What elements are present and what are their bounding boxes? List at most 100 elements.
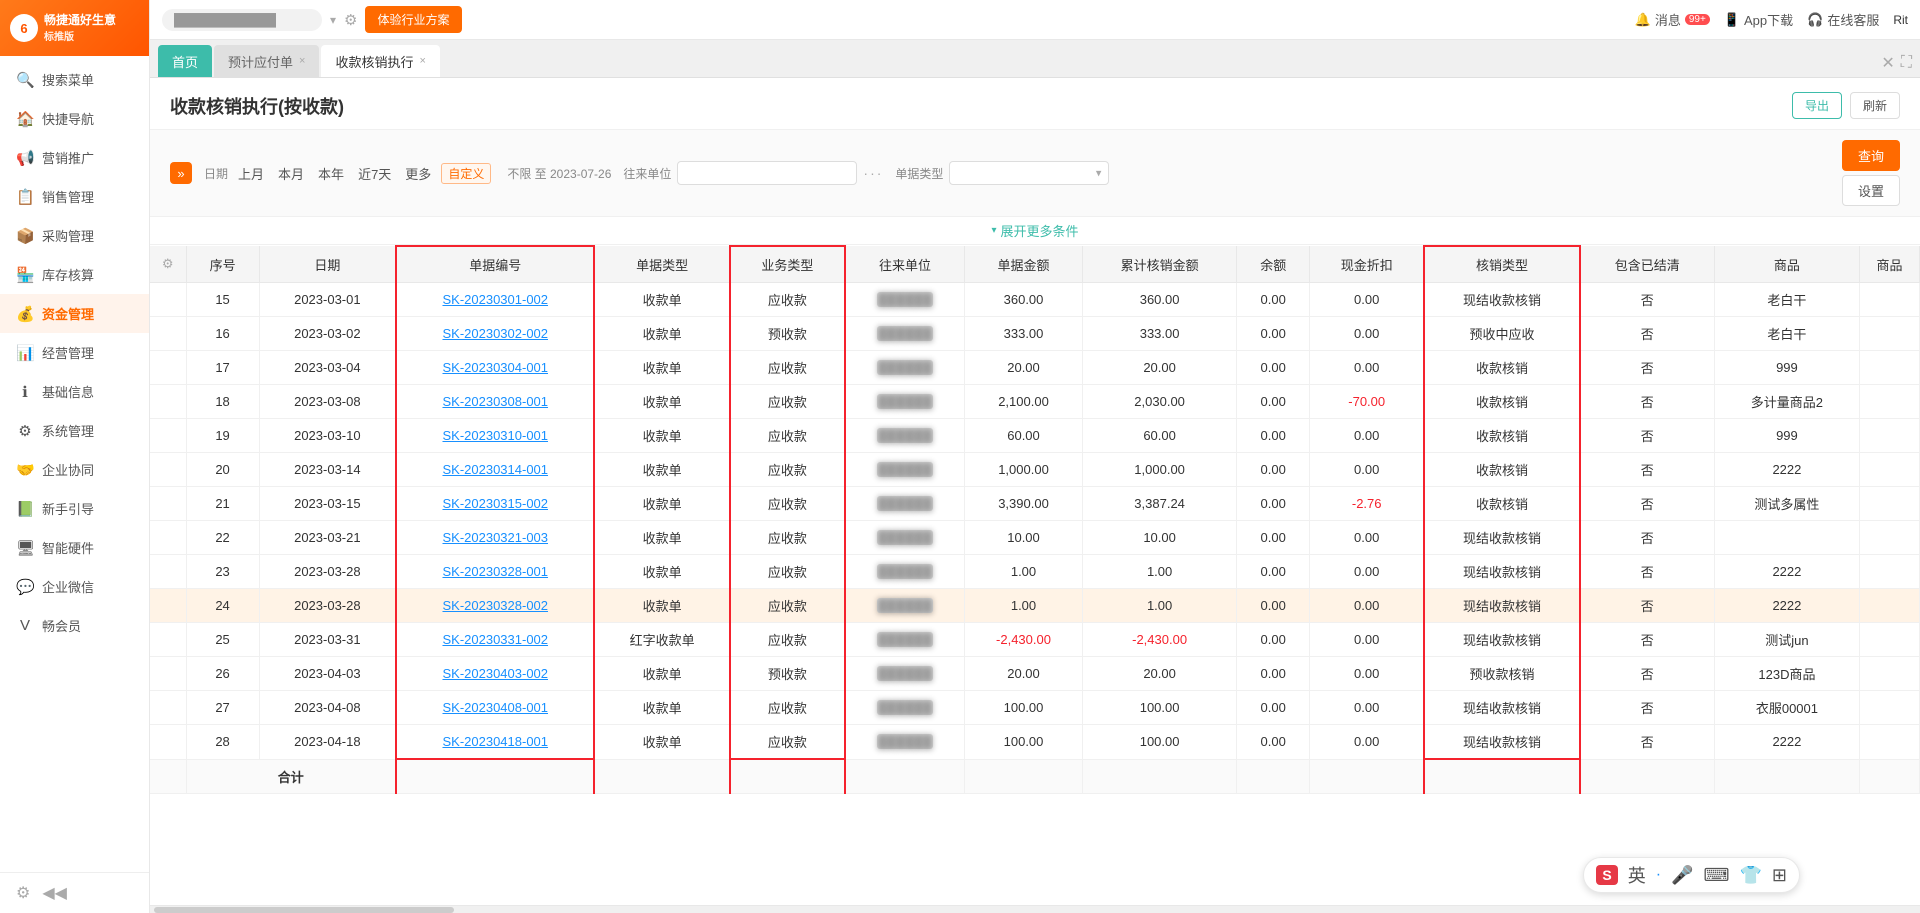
cell-product: 2222 bbox=[1714, 555, 1859, 589]
topbar-gear-icon[interactable]: ⚙ bbox=[344, 11, 357, 29]
float-grid-icon[interactable]: ⊞ bbox=[1772, 865, 1787, 886]
float-shirt-icon[interactable]: 👕 bbox=[1739, 865, 1761, 886]
doc-no-link[interactable]: SK-20230408-001 bbox=[442, 700, 548, 715]
sidebar-icon: ℹ bbox=[16, 383, 34, 401]
filter-date-custom[interactable]: 自定义 bbox=[441, 163, 491, 184]
sidebar-item-库存核算[interactable]: 🏪库存核算 bbox=[0, 255, 149, 294]
tab-collection-close[interactable]: × bbox=[419, 55, 425, 67]
tab-prepaid[interactable]: 预计应付单 × bbox=[214, 45, 319, 77]
sidebar-label: 新手引导 bbox=[42, 499, 94, 518]
float-keyboard-icon[interactable]: ⌨ bbox=[1704, 865, 1730, 886]
sidebar-item-资金管理[interactable]: 💰资金管理 bbox=[0, 294, 149, 333]
filter-date-cur-month[interactable]: 本月 bbox=[274, 162, 308, 185]
cell-no: 22 bbox=[186, 521, 259, 555]
query-button[interactable]: 查询 bbox=[1842, 140, 1900, 171]
col-settings-icon[interactable]: ⚙ bbox=[162, 256, 174, 271]
cell-partner: ██████ bbox=[845, 351, 964, 385]
messages-item[interactable]: 🔔 消息 99+ bbox=[1635, 10, 1710, 29]
cell-balance: 0.00 bbox=[1237, 555, 1310, 589]
sidebar-item-企业微信[interactable]: 💬企业微信 bbox=[0, 567, 149, 606]
sidebar-item-营销推广[interactable]: 📢营销推广 bbox=[0, 138, 149, 177]
doc-no-link[interactable]: SK-20230314-001 bbox=[442, 462, 548, 477]
sidebar-icon: 📗 bbox=[16, 500, 34, 518]
tab-prepaid-close[interactable]: × bbox=[299, 55, 305, 67]
col-docno: 单据编号 bbox=[396, 246, 594, 283]
table-row: 24 2023-03-28 SK-20230328-002 收款单 应收款 ██… bbox=[150, 589, 1920, 623]
tabs-close-all-icon[interactable]: ✕ bbox=[1881, 53, 1894, 73]
doc-no-link[interactable]: SK-20230403-002 bbox=[442, 666, 548, 681]
refresh-button[interactable]: 刷新 bbox=[1850, 92, 1900, 119]
settings-button[interactable]: 设置 bbox=[1842, 175, 1900, 206]
sidebar-icon: ⚙ bbox=[16, 422, 34, 440]
cell-partner: ██████ bbox=[845, 725, 964, 760]
cell-date: 2023-03-08 bbox=[259, 385, 396, 419]
tab-collection[interactable]: 收款核销执行 × bbox=[321, 45, 439, 77]
col-date: 日期 bbox=[259, 246, 396, 283]
sidebar-item-搜索菜单[interactable]: 🔍搜索菜单 bbox=[0, 60, 149, 99]
doc-no-link[interactable]: SK-20230315-002 bbox=[442, 496, 548, 511]
doc-no-link[interactable]: SK-20230301-002 bbox=[442, 292, 548, 307]
sidebar-item-采购管理[interactable]: 📦采购管理 bbox=[0, 216, 149, 255]
horizontal-scrollbar[interactable] bbox=[150, 905, 1920, 913]
cell-acc-amount: -2,430.00 bbox=[1083, 623, 1237, 657]
cell-no: 20 bbox=[186, 453, 259, 487]
filter-toggle-button[interactable]: » bbox=[170, 162, 192, 184]
solution-button[interactable]: 体验行业方案 bbox=[365, 6, 461, 33]
doc-no-link[interactable]: SK-20230328-001 bbox=[442, 564, 548, 579]
col-settings[interactable]: ⚙ bbox=[150, 246, 186, 283]
filter-date-7days[interactable]: 近7天 bbox=[354, 162, 395, 185]
sidebar-label: 畅会员 bbox=[42, 616, 81, 635]
doc-no-link[interactable]: SK-20230302-002 bbox=[442, 326, 548, 341]
sidebar-item-系统管理[interactable]: ⚙系统管理 bbox=[0, 411, 149, 450]
filter-date-group: 日期 上月 本月 本年 近7天 更多 自定义 bbox=[204, 162, 491, 185]
app-download-item[interactable]: 📱 App下载 bbox=[1724, 10, 1793, 29]
cell-date: 2023-03-14 bbox=[259, 453, 396, 487]
cell-doctype: 收款单 bbox=[594, 487, 729, 521]
scrollbar-thumb[interactable] bbox=[154, 907, 454, 913]
doc-no-link[interactable]: SK-20230418-001 bbox=[442, 734, 548, 749]
cell-settings bbox=[150, 385, 186, 419]
filter-date-prev-month[interactable]: 上月 bbox=[234, 162, 268, 185]
filter-date-cur-year[interactable]: 本年 bbox=[314, 162, 348, 185]
cell-include-settled: 否 bbox=[1580, 725, 1715, 760]
sidebar-item-基础信息[interactable]: ℹ基础信息 bbox=[0, 372, 149, 411]
tab-home[interactable]: 首页 bbox=[158, 45, 212, 77]
expand-more-bar[interactable]: ▾ 展开更多条件 bbox=[150, 217, 1920, 245]
sidebar-icon: 🤝 bbox=[16, 461, 34, 479]
tabs-expand-icon[interactable]: ⛶ bbox=[1901, 54, 1912, 72]
export-button[interactable]: 导出 bbox=[1792, 92, 1842, 119]
sidebar-item-快捷导航[interactable]: 🏠快捷导航 bbox=[0, 99, 149, 138]
float-mic-icon[interactable]: 🎤 bbox=[1671, 865, 1693, 886]
settings-icon[interactable]: ⚙ bbox=[16, 883, 30, 903]
filter-partner-input[interactable] bbox=[677, 161, 857, 185]
sidebar-item-智能硬件[interactable]: 🖥智能硬件 bbox=[0, 528, 149, 567]
doc-no-link[interactable]: SK-20230328-002 bbox=[442, 598, 548, 613]
sidebar-item-新手引导[interactable]: 📗 新手引导 bbox=[0, 489, 149, 528]
sidebar-item-销售管理[interactable]: 📋销售管理 bbox=[0, 177, 149, 216]
sidebar-item-畅会员[interactable]: V畅会员 bbox=[0, 606, 149, 645]
doc-no-link[interactable]: SK-20230321-003 bbox=[442, 530, 548, 545]
logo-name: 畅捷通好生意 bbox=[44, 13, 116, 29]
footer-settings bbox=[150, 759, 186, 793]
doc-no-link[interactable]: SK-20230331-002 bbox=[442, 632, 548, 647]
bell-icon: 🔔 bbox=[1635, 12, 1651, 28]
sidebar-item-企业协同[interactable]: 🤝企业协同 bbox=[0, 450, 149, 489]
topbar-dropdown-arrow[interactable]: ▾ bbox=[330, 13, 336, 27]
cell-product: 老白干 bbox=[1714, 317, 1859, 351]
sidebar: 6 畅捷通好生意 标推版 🔍搜索菜单🏠快捷导航📢营销推广📋销售管理📦采购管理🏪库… bbox=[0, 0, 150, 913]
collapse-icon[interactable]: ◀◀ bbox=[42, 883, 67, 903]
cell-settings bbox=[150, 487, 186, 521]
float-s-icon[interactable]: S bbox=[1596, 865, 1617, 885]
filter-date-more[interactable]: 更多 bbox=[401, 162, 435, 185]
filter-doctype-select[interactable] bbox=[949, 161, 1109, 185]
footer-biztype bbox=[730, 759, 845, 793]
cell-cancel-type: 现结收款核销 bbox=[1424, 555, 1580, 589]
online-service-item[interactable]: 🎧 在线客服 bbox=[1807, 10, 1879, 29]
cell-no: 17 bbox=[186, 351, 259, 385]
sidebar-item-经营管理[interactable]: 📊经营管理 bbox=[0, 333, 149, 372]
cell-cash-discount: 0.00 bbox=[1310, 453, 1424, 487]
doc-no-link[interactable]: SK-20230310-001 bbox=[442, 428, 548, 443]
doc-no-link[interactable]: SK-20230304-001 bbox=[442, 360, 548, 375]
doc-no-link[interactable]: SK-20230308-001 bbox=[442, 394, 548, 409]
float-english-icon[interactable]: 英 bbox=[1628, 862, 1646, 888]
